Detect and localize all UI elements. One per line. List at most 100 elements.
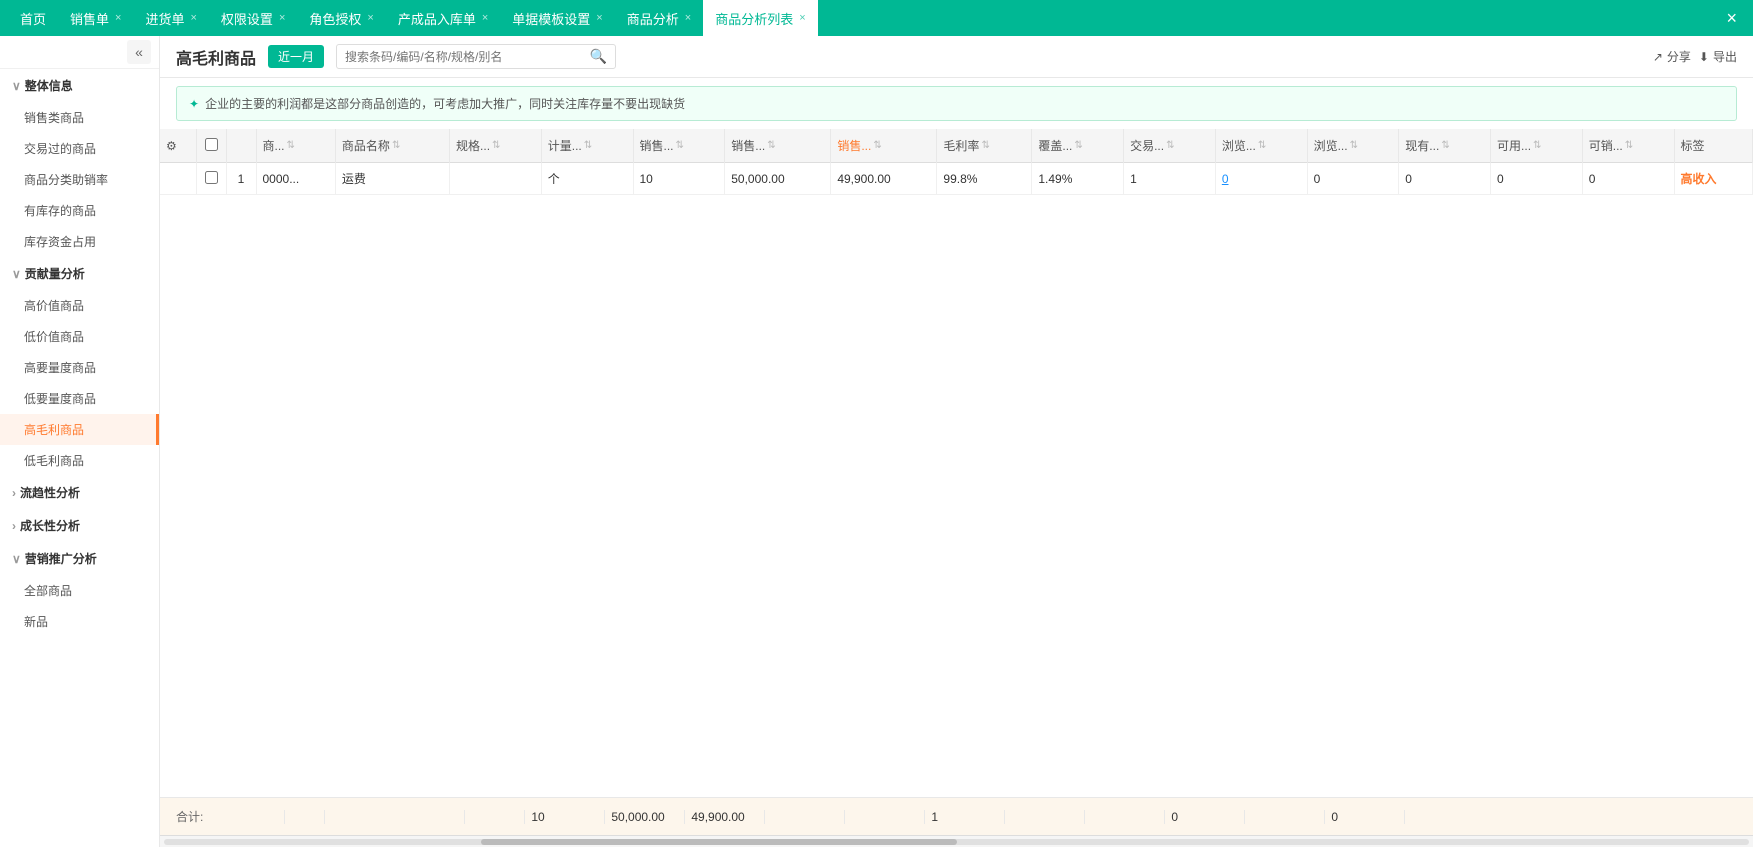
nav-product-analysis-list-close[interactable]: × [799, 12, 805, 24]
col-trade-count[interactable]: 交易...⇅ [1124, 129, 1216, 163]
date-filter-button[interactable]: 近一月 [268, 45, 324, 68]
header-actions: ↗ 分享 ⬇ 导出 [1653, 48, 1737, 65]
col-sale-stock[interactable]: 可销...⇅ [1582, 129, 1674, 163]
sidebar-item-high-value[interactable]: 高价值商品 [0, 290, 159, 321]
sort-icon-11[interactable]: ⇅ [1258, 140, 1266, 151]
sort-icon-14[interactable]: ⇅ [1533, 140, 1541, 151]
col-current-stock[interactable]: 现有...⇅ [1399, 129, 1491, 163]
sidebar-section-marketing[interactable]: ∨ 营销推广分析 [0, 542, 159, 575]
nav-sales-close[interactable]: × [115, 12, 121, 24]
window-close-icon[interactable]: × [1718, 8, 1745, 29]
footer-values: 10 50,000.00 49,900.00 1 0 0 [219, 810, 1737, 824]
nav-permission[interactable]: 权限设置 × [209, 0, 297, 36]
horizontal-scrollbar[interactable] [160, 835, 1753, 847]
col-settings[interactable]: ⚙ [160, 129, 196, 163]
col-unit[interactable]: 计量...⇅ [541, 129, 633, 163]
nav-sales[interactable]: 销售单 × [58, 0, 133, 36]
cell-spec [450, 163, 542, 195]
col-checkbox[interactable] [196, 129, 226, 163]
col-sale-amt[interactable]: 销售...⇅ [725, 129, 831, 163]
share-button[interactable]: ↗ 分享 [1653, 48, 1691, 65]
sort-icon-8[interactable]: ⇅ [981, 140, 989, 151]
sidebar-item-category-rate[interactable]: 商品分类助销率 [0, 164, 159, 195]
sidebar-section-overall[interactable]: ∨ 整体信息 [0, 69, 159, 102]
sidebar-item-stock-capital[interactable]: 库存资金占用 [0, 226, 159, 257]
sidebar-item-low-value[interactable]: 低价值商品 [0, 321, 159, 352]
col-sale-qty[interactable]: 销售...⇅ [633, 129, 725, 163]
sort-icon-3[interactable]: ⇅ [492, 140, 500, 151]
sort-icon-4[interactable]: ⇅ [584, 140, 592, 151]
sidebar-section-contribution[interactable]: ∨ 贡献量分析 [0, 257, 159, 290]
table-header-row: ⚙ 商...⇅ 商品名称⇅ [160, 129, 1753, 163]
nav-permission-close[interactable]: × [279, 12, 285, 24]
sidebar-item-sales-goods[interactable]: 销售类商品 [0, 102, 159, 133]
footer-current-stock: 0 [1165, 810, 1245, 824]
sidebar-item-high-margin[interactable]: 高毛利商品 [0, 414, 159, 445]
footer-label: 合计: [176, 808, 203, 825]
sort-icon-15[interactable]: ⇅ [1625, 140, 1633, 151]
footer-sale-qty: 10 [525, 810, 605, 824]
chevron-down-icon-2: ∨ [12, 267, 21, 281]
scroll-thumb[interactable] [481, 839, 957, 845]
nav-template-close[interactable]: × [596, 12, 602, 24]
col-browse1[interactable]: 浏览...⇅ [1215, 129, 1307, 163]
nav-template[interactable]: 单据模板设置 × [500, 0, 614, 36]
nav-home[interactable]: 首页 [8, 0, 58, 36]
sidebar-item-in-stock[interactable]: 有库存的商品 [0, 195, 159, 226]
sort-icon[interactable]: ⇅ [287, 140, 295, 151]
sidebar-item-low-demand[interactable]: 低要量度商品 [0, 383, 159, 414]
col-tag[interactable]: 标签 [1674, 129, 1753, 163]
select-all-checkbox[interactable] [205, 138, 218, 151]
sidebar-item-traded-goods[interactable]: 交易过的商品 [0, 133, 159, 164]
row-checkbox[interactable] [205, 171, 218, 184]
col-coverage[interactable]: 覆盖...⇅ [1032, 129, 1124, 163]
nav-product-entry[interactable]: 产成品入库单 × [386, 0, 500, 36]
col-name[interactable]: 商品名称⇅ [335, 129, 449, 163]
sort-icon-12[interactable]: ⇅ [1350, 140, 1358, 151]
sort-icon-9[interactable]: ⇅ [1074, 140, 1082, 151]
nav-product-analysis-list[interactable]: 商品分析列表 × [703, 0, 817, 36]
nav-role-close[interactable]: × [367, 12, 373, 24]
top-nav-bar: 首页 销售单 × 进货单 × 权限设置 × 角色授权 × 产成品入库单 × 单据… [0, 0, 1753, 36]
col-code[interactable]: 商...⇅ [256, 129, 335, 163]
scroll-track[interactable] [164, 839, 1749, 845]
chevron-right-icon-2: › [12, 519, 16, 533]
sort-icon-6[interactable]: ⇅ [767, 140, 775, 151]
nav-product-analysis[interactable]: 商品分析 × [615, 0, 703, 36]
sort-icon-7[interactable]: ⇅ [873, 140, 881, 151]
sort-icon-13[interactable]: ⇅ [1441, 140, 1449, 151]
cell-browse1[interactable]: 0 [1215, 163, 1307, 195]
sidebar-collapse-button[interactable]: « [127, 40, 151, 64]
nav-product-analysis-close[interactable]: × [685, 12, 691, 24]
footer-browse1 [1005, 810, 1085, 824]
col-sale-profit[interactable]: 销售...⇅ [831, 129, 937, 163]
col-gross-rate[interactable]: 毛利率⇅ [937, 129, 1032, 163]
col-available-stock[interactable]: 可用...⇅ [1491, 129, 1583, 163]
search-icon[interactable]: 🔍 [590, 48, 607, 65]
nav-role[interactable]: 角色授权 × [297, 0, 385, 36]
cell-sale-qty: 10 [633, 163, 725, 195]
cell-sale-profit: 49,900.00 [831, 163, 937, 195]
sidebar-section-trend[interactable]: › 流趋性分析 [0, 476, 159, 509]
export-button[interactable]: ⬇ 导出 [1699, 48, 1737, 65]
cell-checkbox[interactable] [196, 163, 226, 195]
col-browse2[interactable]: 浏览...⇅ [1307, 129, 1399, 163]
sort-icon-2[interactable]: ⇅ [392, 140, 400, 151]
cell-index: 1 [226, 163, 256, 195]
search-input[interactable] [345, 50, 590, 64]
sidebar-item-all-goods[interactable]: 全部商品 [0, 575, 159, 606]
sort-icon-10[interactable]: ⇅ [1166, 140, 1174, 151]
footer-totals: 合计: 10 50,000.00 49,900.00 1 0 0 [160, 797, 1753, 835]
search-box[interactable]: 🔍 [336, 44, 616, 69]
sort-icon-5[interactable]: ⇅ [676, 140, 684, 151]
nav-purchase[interactable]: 进货单 × [133, 0, 208, 36]
footer-sale-profit: 49,900.00 [685, 810, 765, 824]
sidebar-item-low-margin[interactable]: 低毛利商品 [0, 445, 159, 476]
nav-purchase-close[interactable]: × [190, 12, 196, 24]
sidebar-section-growth[interactable]: › 成长性分析 [0, 509, 159, 542]
sidebar-item-new-goods[interactable]: 新品 [0, 606, 159, 637]
footer-cell-spacer2 [285, 810, 325, 824]
col-spec[interactable]: 规格...⇅ [450, 129, 542, 163]
nav-product-entry-close[interactable]: × [482, 12, 488, 24]
sidebar-item-high-demand[interactable]: 高要量度商品 [0, 352, 159, 383]
